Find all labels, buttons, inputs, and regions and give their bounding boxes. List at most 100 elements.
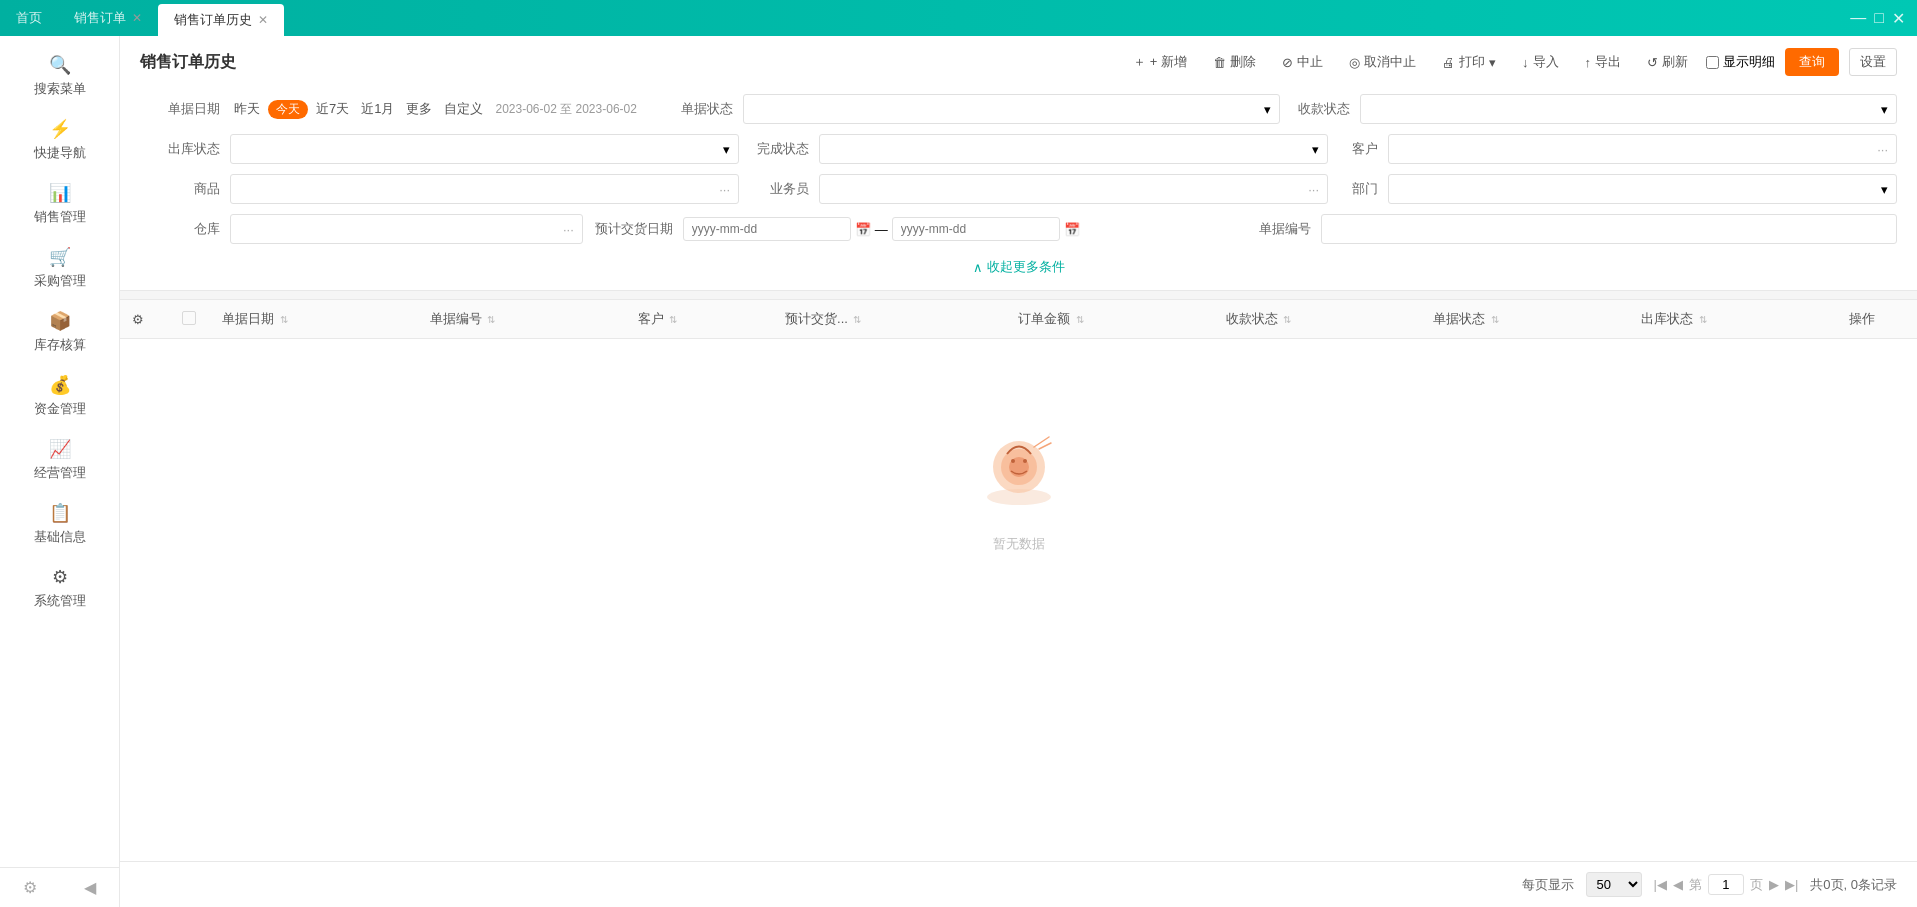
date-control: 昨天 今天 近7天 近1月 更多 自定义 2023-06-02 至 2023-0… — [230, 98, 663, 120]
order-status-arrow: ▾ — [1264, 102, 1271, 117]
th-order-status[interactable]: 单据状态 ⇅ — [1421, 300, 1629, 339]
salesperson-ellipsis[interactable]: ··· — [1308, 182, 1319, 197]
calendar-to-icon[interactable]: 📅 — [1064, 222, 1080, 237]
collapse-sidebar-icon[interactable]: ◀ — [84, 878, 96, 897]
pay-status-select[interactable]: ▾ — [1360, 94, 1897, 124]
th-date[interactable]: 单据日期 ⇅ — [210, 300, 418, 339]
export-button[interactable]: ↑ 导出 — [1577, 49, 1630, 75]
sort-delivery-icon: ⇅ — [853, 314, 861, 325]
tab-销售订单历史[interactable]: 销售订单历史✕ — [158, 4, 284, 36]
warehouse-ellipsis[interactable]: ··· — [563, 222, 574, 237]
dept-label: 部门 — [1328, 180, 1388, 198]
sort-customer-icon: ⇅ — [669, 314, 677, 325]
minimize-icon[interactable]: — — [1850, 9, 1866, 27]
tab-销售订单[interactable]: 销售订单✕ — [58, 0, 158, 36]
sidebar-item-经营管理[interactable]: 📈 经营管理 — [0, 428, 119, 492]
th-order-no[interactable]: 单据编号 ⇅ — [418, 300, 626, 339]
empty-text: 暂无数据 — [993, 535, 1045, 553]
date-opt-custom[interactable]: 自定义 — [440, 98, 487, 120]
sidebar-icon: 💰 — [49, 374, 71, 396]
per-page-select[interactable]: 50 100 200 — [1586, 872, 1642, 897]
sidebar-icon: 🔍 — [49, 54, 71, 76]
delivery-date-to[interactable] — [892, 217, 1060, 241]
refresh-button[interactable]: ↺ 刷新 — [1639, 49, 1696, 75]
settings-button[interactable]: 设置 — [1849, 48, 1897, 76]
order-no-input[interactable] — [1321, 214, 1897, 244]
print-arrow-icon: ▾ — [1489, 55, 1496, 70]
sidebar-item-采购管理[interactable]: 🛒 采购管理 — [0, 236, 119, 300]
customer-ellipsis[interactable]: ··· — [1877, 142, 1888, 157]
filter-area: 单据日期 昨天 今天 近7天 近1月 更多 自定义 2023-06-02 至 2… — [120, 84, 1917, 291]
detail-checkbox[interactable] — [1706, 56, 1719, 69]
new-button[interactable]: ＋ + 新增 — [1125, 49, 1195, 75]
sidebar-item-库存核算[interactable]: 📦 库存核算 — [0, 300, 119, 364]
print-icon: 🖨 — [1442, 55, 1455, 70]
empty-state: 暂无数据 — [120, 339, 1917, 633]
prev-page-icon[interactable]: ◀ — [1673, 877, 1683, 892]
date-opt-7days[interactable]: 近7天 — [312, 98, 353, 120]
complete-status-label: 完成状态 — [739, 140, 819, 158]
collapse-button[interactable]: ∧ 收起更多条件 — [140, 254, 1897, 280]
page-input[interactable] — [1708, 874, 1744, 895]
salesperson-input[interactable]: ··· — [819, 174, 1328, 204]
display-detail-toggle[interactable]: 显示明细 — [1706, 53, 1775, 71]
sidebar-icon: 🛒 — [49, 246, 71, 268]
cancel-stop-button[interactable]: ◎ 取消中止 — [1341, 49, 1424, 75]
close-window-icon[interactable]: ✕ — [1892, 9, 1905, 28]
th-delivery[interactable]: 预计交货... ⇅ — [773, 300, 1006, 339]
last-page-icon[interactable]: ▶| — [1785, 877, 1798, 892]
date-opt-more[interactable]: 更多 — [402, 98, 436, 120]
product-ellipsis[interactable]: ··· — [719, 182, 730, 197]
tab-list: 首页销售订单✕销售订单历史✕ — [0, 0, 1838, 36]
pagination: |◀ ◀ 第 页 ▶ ▶| — [1654, 874, 1799, 895]
close-tab-icon[interactable]: ✕ — [258, 13, 268, 27]
query-button[interactable]: 查询 — [1785, 48, 1839, 76]
product-input[interactable]: ··· — [230, 174, 739, 204]
date-opt-1month[interactable]: 近1月 — [357, 98, 398, 120]
maximize-icon[interactable]: □ — [1874, 9, 1884, 27]
sidebar-item-快捷导航[interactable]: ⚡ 快捷导航 — [0, 108, 119, 172]
date-opt-yesterday[interactable]: 昨天 — [230, 98, 264, 120]
sidebar-item-系统管理[interactable]: ⚙ 系统管理 — [0, 556, 119, 620]
th-checkbox[interactable] — [170, 300, 210, 339]
th-settings[interactable]: ⚙ — [120, 300, 170, 339]
sidebar-item-资金管理[interactable]: 💰 资金管理 — [0, 364, 119, 428]
total-info: 共0页, 0条记录 — [1810, 876, 1897, 894]
import-button[interactable]: ↓ 导入 — [1514, 49, 1567, 75]
out-status-select[interactable]: ▾ — [230, 134, 739, 164]
calendar-from-icon[interactable]: 📅 — [855, 222, 871, 237]
page-header: 销售订单历史 ＋ + 新增 🗑 删除 ⊘ 中止 ◎ 取消中止 — [120, 36, 1917, 84]
th-out-status[interactable]: 出库状态 ⇅ — [1629, 300, 1837, 339]
filter-row-1: 单据日期 昨天 今天 近7天 近1月 更多 自定义 2023-06-02 至 2… — [140, 94, 1897, 124]
sidebar-item-搜索菜单[interactable]: 🔍 搜索菜单 — [0, 44, 119, 108]
sidebar-label: 经营管理 — [34, 464, 86, 482]
date-opt-today[interactable]: 今天 — [268, 100, 308, 119]
close-tab-icon[interactable]: ✕ — [132, 11, 142, 25]
th-amount[interactable]: 订单金额 ⇅ — [1006, 300, 1214, 339]
th-customer[interactable]: 客户 ⇅ — [626, 300, 773, 339]
delivery-date-from[interactable] — [683, 217, 851, 241]
warehouse-input[interactable]: ··· — [230, 214, 583, 244]
customer-input[interactable]: ··· — [1388, 134, 1897, 164]
sidebar-item-销售管理[interactable]: 📊 销售管理 — [0, 172, 119, 236]
th-pay-status[interactable]: 收款状态 ⇅ — [1214, 300, 1422, 339]
out-status-label: 出库状态 — [140, 140, 230, 158]
complete-status-select[interactable]: ▾ — [819, 134, 1328, 164]
dept-select[interactable]: ▾ — [1388, 174, 1897, 204]
order-status-select[interactable]: ▾ — [743, 94, 1280, 124]
delete-button[interactable]: 🗑 删除 — [1205, 49, 1264, 75]
print-button[interactable]: 🖨 打印 ▾ — [1434, 49, 1504, 75]
next-page-icon[interactable]: ▶ — [1769, 877, 1779, 892]
settings-bottom-icon[interactable]: ⚙ — [23, 878, 37, 897]
sidebar-item-基础信息[interactable]: 📋 基础信息 — [0, 492, 119, 556]
sidebar: 🔍 搜索菜单 ⚡ 快捷导航 📊 销售管理 🛒 采购管理 📦 库存核算 💰 资金管… — [0, 36, 120, 907]
tab-首页[interactable]: 首页 — [0, 0, 58, 36]
sidebar-label: 快捷导航 — [34, 144, 86, 162]
select-all-checkbox[interactable] — [182, 311, 196, 325]
page-unit: 页 — [1750, 876, 1763, 894]
pay-status-arrow: ▾ — [1881, 102, 1888, 117]
filter-row-2: 出库状态 ▾ 完成状态 ▾ 客户 ··· — [140, 134, 1897, 164]
first-page-icon[interactable]: |◀ — [1654, 877, 1667, 892]
toolbar: ＋ + 新增 🗑 删除 ⊘ 中止 ◎ 取消中止 🖨 打印 — [1125, 48, 1897, 76]
stop-button[interactable]: ⊘ 中止 — [1274, 49, 1331, 75]
